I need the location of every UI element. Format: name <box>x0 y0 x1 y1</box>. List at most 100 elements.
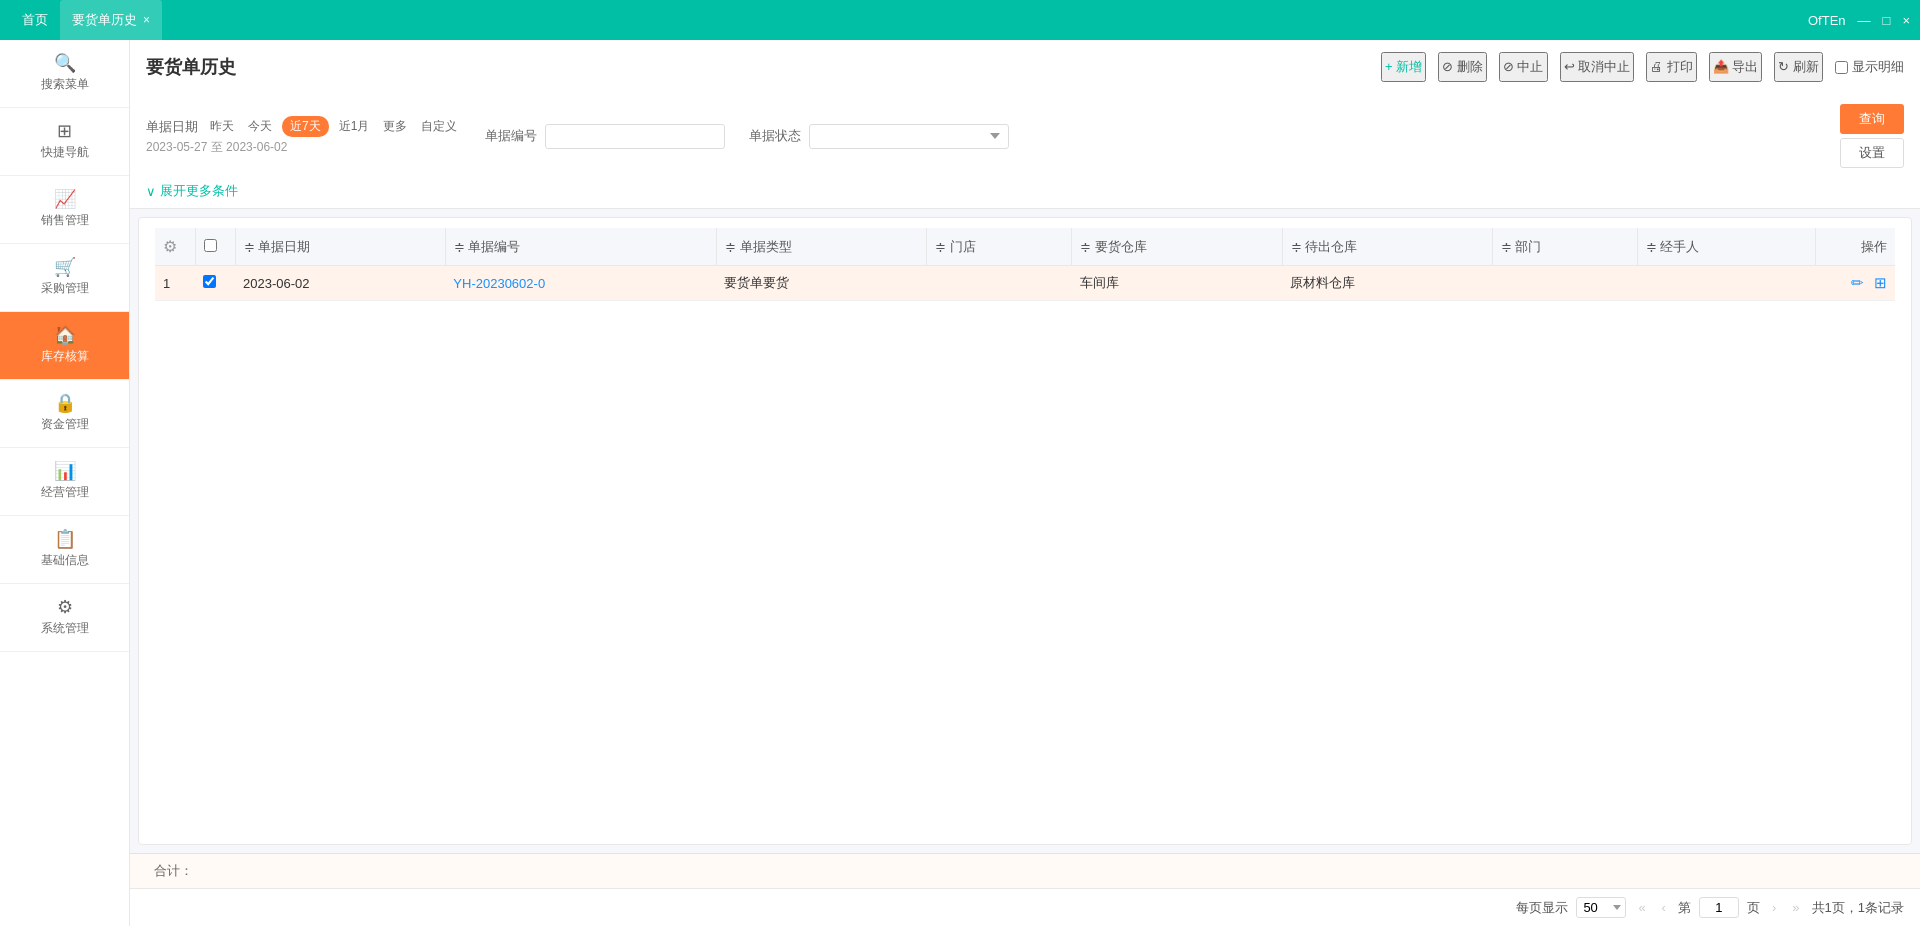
col-pending-warehouse-label: ≑ 待出仓库 <box>1291 239 1358 254</box>
sidebar-item-finance-label: 资金管理 <box>41 416 89 433</box>
current-page-suffix: 页 <box>1747 899 1760 917</box>
expand-more-btn[interactable]: ∨ 展开更多条件 <box>146 174 1904 208</box>
page-title-row: 要货单历史 + 新增 ⊘ 删除 ⊘ 中止 ↩ 取消中止 🖨 打印 📤 导出 ↻ … <box>146 52 1904 82</box>
row-doc-type: 要货单要货 <box>716 266 926 301</box>
show-detail-checkbox[interactable]: 显示明细 <box>1835 58 1904 76</box>
per-page-select[interactable]: 50 20 100 200 <box>1576 897 1626 918</box>
brand-label: OfTEn <box>1808 13 1846 28</box>
nav-icon: ⊞ <box>57 122 72 140</box>
sidebar-item-purchase-label: 采购管理 <box>41 280 89 297</box>
col-doc-number-label: ≑ 单据编号 <box>454 239 521 254</box>
date-shortcut-more[interactable]: 更多 <box>379 116 411 137</box>
first-page-btn[interactable]: « <box>1634 898 1649 917</box>
maximize-btn[interactable]: □ <box>1883 13 1891 28</box>
minimize-btn[interactable]: — <box>1858 13 1871 28</box>
filter-doc-number-group: 单据编号 <box>485 124 725 149</box>
refresh-button[interactable]: ↻ 刷新 <box>1774 52 1823 82</box>
current-page-prefix: 第 <box>1678 899 1691 917</box>
doc-number-input[interactable] <box>545 124 725 149</box>
sidebar-item-system[interactable]: ⚙ 系统管理 <box>0 584 129 652</box>
action-buttons: 查询 设置 <box>1840 104 1904 168</box>
date-shortcuts: 昨天 今天 近7天 近1月 更多 自定义 <box>206 116 461 137</box>
show-detail-input[interactable] <box>1835 61 1848 74</box>
export-button[interactable]: 📤 导出 <box>1709 52 1763 82</box>
prev-page-btn[interactable]: ‹ <box>1658 898 1670 917</box>
table-body: 1 2023-06-02 YH-20230602-0 要货单要货 车间库 原材料… <box>155 266 1895 301</box>
row-doc-number[interactable]: YH-20230602-0 <box>445 266 716 301</box>
top-bar: 首页 要货单历史 × OfTEn — □ × <box>0 0 1920 40</box>
current-page-input[interactable] <box>1699 897 1739 918</box>
table-header: ⚙ ≑ 单据日期 ≑ 单据编号 ≑ 单据类型 <box>155 228 1895 266</box>
col-settings: ⚙ <box>155 228 195 266</box>
print-button[interactable]: 🖨 打印 <box>1646 52 1697 82</box>
status-select[interactable] <box>809 124 1009 149</box>
gear-icon[interactable]: ⚙ <box>163 238 177 255</box>
settings-button[interactable]: 设置 <box>1840 138 1904 168</box>
table-area: ⚙ ≑ 单据日期 ≑ 单据编号 ≑ 单据类型 <box>138 217 1912 845</box>
edit-icon[interactable]: ✏ <box>1851 274 1864 291</box>
col-department-label: ≑ 部门 <box>1501 239 1542 254</box>
date-shortcut-last1month[interactable]: 近1月 <box>335 116 374 137</box>
base-icon: 📋 <box>54 530 76 548</box>
row-action: ✏ ⊞ <box>1815 266 1895 301</box>
stop-button[interactable]: ⊘ 中止 <box>1499 52 1548 82</box>
main-layout: 🔍 搜索菜单 ⊞ 快捷导航 📈 销售管理 🛒 采购管理 🏠 库存核算 🔒 资金管… <box>0 40 1920 926</box>
col-doc-date: ≑ 单据日期 <box>235 228 445 266</box>
date-filter-label: 单据日期 <box>146 118 198 136</box>
col-handler-label: ≑ 经手人 <box>1646 239 1700 254</box>
topbar-close-btn[interactable]: × <box>1902 13 1910 28</box>
sidebar-item-finance[interactable]: 🔒 资金管理 <box>0 380 129 448</box>
sales-icon: 📈 <box>54 190 76 208</box>
col-doc-number: ≑ 单据编号 <box>445 228 716 266</box>
last-page-btn[interactable]: » <box>1788 898 1803 917</box>
sidebar-item-quick-nav[interactable]: ⊞ 快捷导航 <box>0 108 129 176</box>
date-shortcut-custom[interactable]: 自定义 <box>417 116 461 137</box>
search-icon: 🔍 <box>54 54 76 72</box>
sidebar-item-search[interactable]: 🔍 搜索菜单 <box>0 40 129 108</box>
col-action: 操作 <box>1815 228 1895 266</box>
cancel-stop-button[interactable]: ↩ 取消中止 <box>1560 52 1635 82</box>
sidebar-item-operate[interactable]: 📊 经营管理 <box>0 448 129 516</box>
tab-close-icon[interactable]: × <box>143 13 150 27</box>
new-button[interactable]: + 新增 <box>1381 52 1426 82</box>
col-pending-warehouse: ≑ 待出仓库 <box>1282 228 1492 266</box>
stock-icon: 🏠 <box>54 326 76 344</box>
filter-date-row: 单据日期 昨天 今天 近7天 近1月 更多 自定义 <box>146 116 461 137</box>
next-page-btn[interactable]: › <box>1768 898 1780 917</box>
query-button[interactable]: 查询 <box>1840 104 1904 134</box>
col-checkbox <box>195 228 235 266</box>
col-req-warehouse: ≑ 要货仓库 <box>1072 228 1282 266</box>
row-department <box>1492 266 1637 301</box>
col-doc-date-label: ≑ 单据日期 <box>244 239 311 254</box>
sidebar-item-system-label: 系统管理 <box>41 620 89 637</box>
pagination-bar: 每页显示 50 20 100 200 « ‹ 第 页 › » 共1页，1条记录 <box>130 888 1920 926</box>
sidebar-item-base[interactable]: 📋 基础信息 <box>0 516 129 584</box>
data-table: ⚙ ≑ 单据日期 ≑ 单据编号 ≑ 单据类型 <box>155 228 1895 301</box>
tab-home[interactable]: 首页 <box>10 0 60 40</box>
date-shortcut-today[interactable]: 今天 <box>244 116 276 137</box>
date-shortcut-yesterday[interactable]: 昨天 <box>206 116 238 137</box>
page-title: 要货单历史 <box>146 55 236 79</box>
sidebar-item-sales[interactable]: 📈 销售管理 <box>0 176 129 244</box>
col-department: ≑ 部门 <box>1492 228 1637 266</box>
tab-requisition-label: 要货单历史 <box>72 11 137 29</box>
select-all-checkbox[interactable] <box>204 239 217 252</box>
row-index: 1 <box>155 266 195 301</box>
sidebar-item-purchase[interactable]: 🛒 采购管理 <box>0 244 129 312</box>
row-select-checkbox[interactable] <box>203 275 216 288</box>
sidebar-item-stock[interactable]: 🏠 库存核算 <box>0 312 129 380</box>
doc-number-label: 单据编号 <box>485 127 537 145</box>
delete-button[interactable]: ⊘ 删除 <box>1438 52 1487 82</box>
row-checkbox <box>195 266 235 301</box>
row-store <box>927 266 1072 301</box>
operate-icon: 📊 <box>54 462 76 480</box>
row-handler <box>1637 266 1815 301</box>
col-handler: ≑ 经手人 <box>1637 228 1815 266</box>
sidebar-item-search-label: 搜索菜单 <box>41 76 89 93</box>
tab-requisition-history[interactable]: 要货单历史 × <box>60 0 162 40</box>
per-page-label: 每页显示 <box>1516 899 1568 917</box>
finance-icon: 🔒 <box>54 394 76 412</box>
show-detail-label: 显示明细 <box>1852 58 1904 76</box>
detail-icon[interactable]: ⊞ <box>1874 274 1887 291</box>
date-shortcut-last7[interactable]: 近7天 <box>282 116 329 137</box>
